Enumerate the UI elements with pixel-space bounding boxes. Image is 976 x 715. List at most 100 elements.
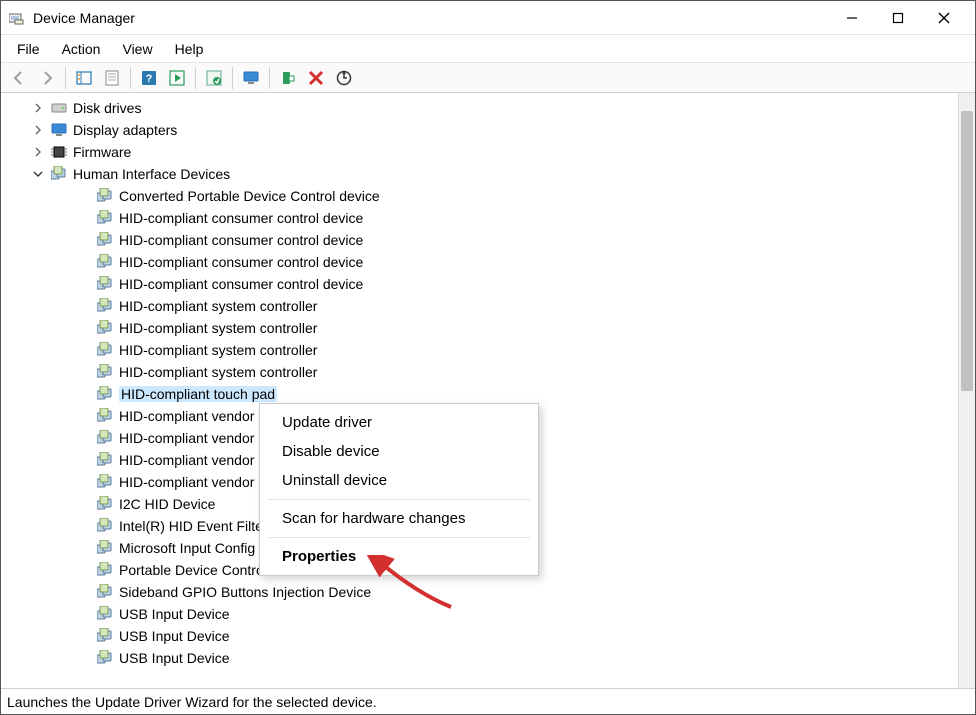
tree-category[interactable]: Display adapters [1, 119, 957, 141]
hid-icon [97, 474, 113, 490]
menu-file[interactable]: File [7, 38, 50, 60]
forward-button[interactable] [35, 66, 59, 90]
expander-closed-icon[interactable] [31, 123, 45, 137]
expander-none [77, 189, 91, 203]
expander-closed-icon[interactable] [31, 101, 45, 115]
tree-device-item[interactable]: USB Input Device [1, 647, 957, 669]
hid-icon [97, 650, 113, 666]
maximize-button[interactable] [875, 3, 921, 33]
menu-view[interactable]: View [112, 38, 162, 60]
help-button[interactable]: ? [137, 66, 161, 90]
expander-open-icon[interactable] [31, 167, 45, 181]
menu-action[interactable]: Action [52, 38, 111, 60]
expander-none [77, 497, 91, 511]
toolbar-separator [65, 67, 66, 89]
context-menu-item[interactable]: Properties [260, 542, 538, 571]
properties-button[interactable] [100, 66, 124, 90]
tree-device-item[interactable]: HID-compliant consumer control device [1, 207, 957, 229]
tree-category[interactable]: Disk drives [1, 97, 957, 119]
device-tree[interactable]: Disk drives Display adapters Firmware Human… [1, 93, 957, 688]
tree-item-label: HID-compliant consumer control device [119, 254, 363, 270]
scan-hardware-button[interactable] [332, 66, 356, 90]
tree-item-label: HID-compliant consumer control device [119, 210, 363, 226]
scrollbar-thumb[interactable] [961, 111, 973, 391]
minimize-button[interactable] [829, 3, 875, 33]
context-menu-item[interactable]: Scan for hardware changes [260, 504, 538, 533]
tree-item-label: Intel(R) HID Event Filter [119, 518, 268, 534]
tree-device-item[interactable]: HID-compliant touch pad [1, 383, 957, 405]
action-window-button[interactable] [165, 66, 189, 90]
tree-item-label: HID-compliant consumer control device [119, 276, 363, 292]
tree-item-label: Disk drives [73, 100, 141, 116]
tree-item-label: Converted Portable Device Control device [119, 188, 380, 204]
hid-icon [97, 518, 113, 534]
tree-item-label: Sideband GPIO Buttons Injection Device [119, 584, 371, 600]
menubar: File Action View Help [1, 35, 975, 63]
action-window-icon [169, 70, 185, 86]
back-icon [11, 70, 27, 86]
tree-device-item[interactable]: Converted Portable Device Control device [1, 185, 957, 207]
hid-icon [97, 320, 113, 336]
tree-device-item[interactable]: Sideband GPIO Buttons Injection Device [1, 581, 957, 603]
tree-item-label: HID-compliant system controller [119, 320, 317, 336]
show-hide-console-tree-button[interactable] [72, 66, 96, 90]
close-button[interactable] [921, 3, 967, 33]
back-button[interactable] [7, 66, 31, 90]
tree-device-item[interactable]: HID-compliant consumer control device [1, 251, 957, 273]
hid-icon [97, 364, 113, 380]
update-driver-button[interactable] [202, 66, 226, 90]
context-menu-separator [268, 537, 530, 538]
tree-device-item[interactable]: HID-compliant system controller [1, 361, 957, 383]
tree-item-label: HID-compliant system controller [119, 342, 317, 358]
expander-none [77, 541, 91, 555]
expander-none [77, 519, 91, 533]
display-icon [51, 122, 67, 138]
expander-closed-icon[interactable] [31, 145, 45, 159]
expander-none [77, 607, 91, 621]
context-menu-item[interactable]: Disable device [260, 437, 538, 466]
tree-device-item[interactable]: HID-compliant system controller [1, 295, 957, 317]
tree-category[interactable]: Firmware [1, 141, 957, 163]
tree-item-label: HID-compliant system controller [119, 364, 317, 380]
context-menu-item[interactable]: Uninstall device [260, 466, 538, 495]
update-driver-icon [206, 70, 222, 86]
delete-icon [308, 70, 324, 86]
tree-item-label: HID-compliant system controller [119, 298, 317, 314]
hid-icon [97, 562, 113, 578]
statusbar: Launches the Update Driver Wizard for th… [1, 688, 975, 714]
titlebar: Device Manager [1, 1, 975, 35]
expander-none [77, 651, 91, 665]
tree-item-label: HID-compliant touch pad [119, 386, 277, 402]
tree-category[interactable]: Human Interface Devices [1, 163, 957, 185]
context-menu-separator [268, 499, 530, 500]
disk-icon [51, 100, 67, 116]
hid-icon [97, 430, 113, 446]
tree-device-item[interactable]: HID-compliant system controller [1, 317, 957, 339]
window-title: Device Manager [33, 10, 135, 26]
uninstall-button[interactable] [304, 66, 328, 90]
hid-icon [97, 342, 113, 358]
expander-none [77, 277, 91, 291]
tree-device-item[interactable]: USB Input Device [1, 603, 957, 625]
content-area: Disk drives Display adapters Firmware Human… [1, 93, 975, 688]
properties-icon [104, 70, 120, 86]
computer-button[interactable] [239, 66, 263, 90]
add-legacy-hardware-button[interactable] [276, 66, 300, 90]
context-menu-item[interactable]: Update driver [260, 408, 538, 437]
menu-help[interactable]: Help [165, 38, 214, 60]
hid-icon [97, 386, 113, 402]
svg-text:?: ? [146, 73, 153, 85]
help-icon: ? [141, 70, 157, 86]
vertical-scrollbar[interactable] [958, 93, 975, 688]
tree-device-item[interactable]: HID-compliant system controller [1, 339, 957, 361]
tree-item-label: Firmware [73, 144, 131, 160]
expander-none [77, 409, 91, 423]
tree-device-item[interactable]: HID-compliant consumer control device [1, 229, 957, 251]
expander-none [77, 233, 91, 247]
hid-icon [97, 540, 113, 556]
tree-device-item[interactable]: USB Input Device [1, 625, 957, 647]
toolbar-separator [195, 67, 196, 89]
expander-none [77, 387, 91, 401]
expander-none [77, 585, 91, 599]
tree-device-item[interactable]: HID-compliant consumer control device [1, 273, 957, 295]
